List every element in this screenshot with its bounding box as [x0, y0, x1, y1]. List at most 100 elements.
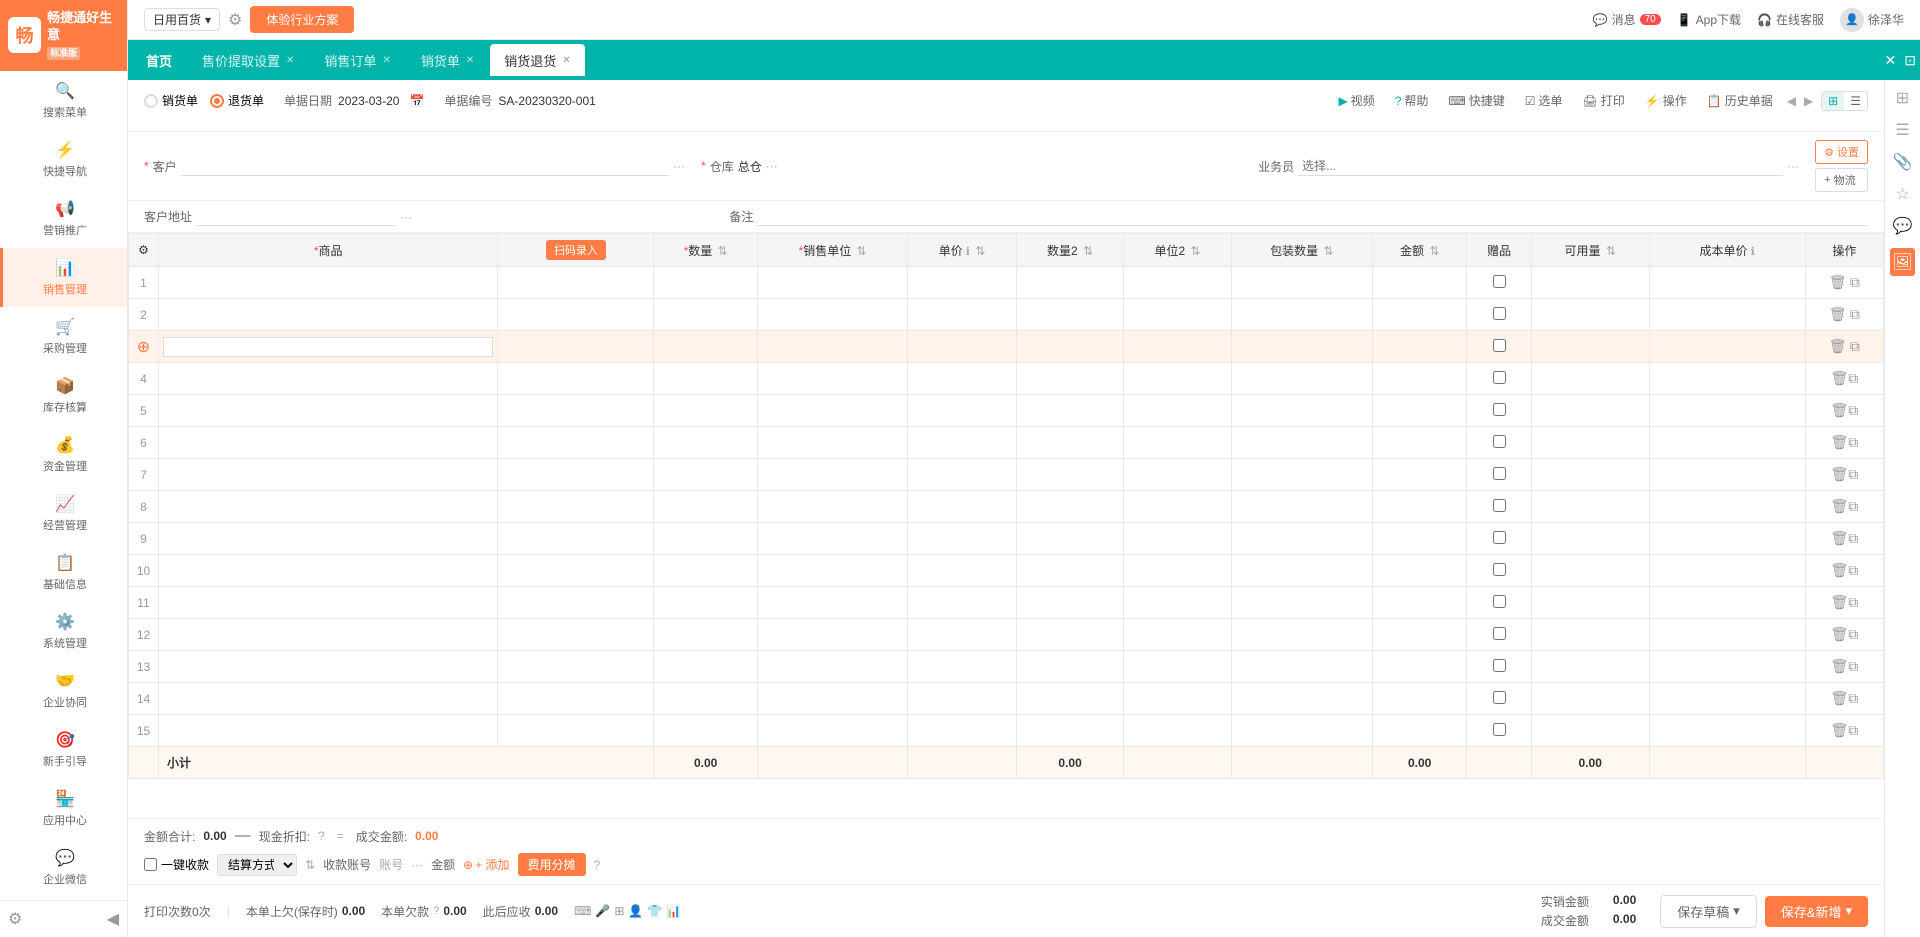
delete-row-btn[interactable]: 🗑 — [1830, 658, 1848, 675]
print-btn[interactable]: 🖨 打印 — [1577, 90, 1631, 111]
qty-cell[interactable] — [654, 331, 758, 363]
sidebar-item-basic[interactable]: 📋 基础信息 — [0, 543, 127, 602]
copy-row-btn[interactable]: ⧉ — [1848, 402, 1858, 419]
copy-row-btn[interactable]: ⧉ — [1850, 306, 1860, 323]
delete-row-btn[interactable]: 🗑 — [1830, 562, 1848, 579]
bank-select-icon[interactable]: ··· — [411, 858, 423, 872]
mic-icon[interactable]: 🎤 — [595, 904, 610, 918]
delete-row-btn[interactable]: 🗑 — [1830, 498, 1848, 515]
close-all-tabs-icon[interactable]: ✕ — [1885, 52, 1897, 69]
copy-row-btn[interactable]: ⧉ — [1848, 530, 1858, 547]
packqty-cell[interactable] — [1231, 299, 1372, 331]
unit2-cell[interactable] — [1124, 331, 1231, 363]
list-view-btn[interactable]: ☰ — [1844, 92, 1867, 110]
notification-item[interactable]: 💬 消息 70 — [1593, 11, 1661, 28]
settlement-sort-icon[interactable]: ⇅ — [305, 858, 315, 872]
one-click-checkbox[interactable] — [144, 858, 157, 871]
person-icon[interactable]: 👤 — [628, 904, 643, 918]
qty2-cell[interactable] — [1016, 267, 1123, 299]
right-panel-icon-star[interactable]: ☆ — [1895, 184, 1909, 204]
discount-help-icon[interactable]: ? — [318, 829, 325, 843]
copy-row-btn[interactable]: ⧉ — [1848, 658, 1858, 675]
shortcut-btn[interactable]: ⌨ 快捷键 — [1442, 90, 1510, 111]
remark-input[interactable] — [757, 207, 1868, 226]
cost-cell[interactable] — [1649, 331, 1805, 363]
unit-cell[interactable] — [757, 267, 907, 299]
delete-row-btn[interactable]: 🗑 — [1830, 370, 1848, 387]
available-cell[interactable] — [1531, 267, 1649, 299]
right-panel-icon-image[interactable]: 🖼 — [1890, 248, 1914, 276]
sidebar-item-newbie[interactable]: 🎯 新手引导 — [0, 720, 127, 779]
app-download-item[interactable]: 📱 App下载 — [1677, 11, 1741, 28]
sidebar-item-sales[interactable]: 📊 销售管理 — [0, 248, 127, 307]
radio-delivery[interactable]: 销货单 — [144, 92, 198, 109]
th-scan[interactable]: 扫码录入 — [498, 234, 654, 267]
settlement-method-select[interactable]: 结算方式 — [217, 854, 297, 876]
customer-input[interactable] — [181, 157, 669, 176]
unit-cell[interactable] — [757, 299, 907, 331]
product-cell[interactable] — [159, 267, 498, 299]
salesperson-select-icon[interactable]: ··· — [1787, 159, 1799, 173]
add-payment-btn[interactable]: ⊕ + 添加 — [463, 856, 509, 873]
radio-return[interactable]: 退货单 — [210, 92, 264, 109]
amount-cell[interactable] — [1372, 331, 1466, 363]
address-select-icon[interactable]: ··· — [400, 210, 412, 224]
copy-row-btn[interactable]: ⧉ — [1850, 338, 1860, 355]
amount-cell[interactable] — [1372, 299, 1466, 331]
fee-split-btn[interactable]: 费用分摊 — [518, 853, 586, 876]
debt-help-icon[interactable]: ? — [433, 905, 439, 917]
collapse-icon[interactable]: ◀ — [107, 909, 119, 929]
product-cell[interactable] — [159, 299, 498, 331]
experience-btn[interactable]: 体验行业方案 — [250, 6, 354, 33]
sidebar-item-search[interactable]: 🔍 搜索菜单 — [0, 71, 127, 130]
sidebar-item-enterprise[interactable]: 🤝 企业协同 — [0, 661, 127, 720]
price-sort-icon[interactable]: ⇅ — [975, 244, 985, 258]
sidebar-item-wechat[interactable]: 💬 企业微信 — [0, 838, 127, 897]
grid-icon[interactable]: ⊞ — [614, 904, 624, 918]
fee-help-icon[interactable]: ? — [594, 858, 601, 872]
copy-row-btn[interactable]: ⧉ — [1848, 466, 1858, 483]
delete-row-btn[interactable]: 🗑 — [1829, 338, 1847, 355]
save-new-btn[interactable]: 保存&新增 ▾ — [1765, 896, 1868, 927]
maximize-icon[interactable]: ⊡ — [1904, 52, 1916, 69]
delete-row-btn[interactable]: 🗑 — [1829, 306, 1847, 323]
tab-close-price-settings[interactable]: ✕ — [286, 55, 294, 66]
qty-cell[interactable] — [654, 267, 758, 299]
scan-btn[interactable]: 扫码录入 — [546, 240, 606, 260]
delete-row-btn[interactable]: 🗑 — [1830, 466, 1848, 483]
save-draft-btn[interactable]: 保存草稿 ▾ — [1660, 895, 1757, 928]
sidebar-item-appstore[interactable]: 🏪 应用中心 — [0, 779, 127, 838]
delete-row-btn[interactable]: 🗑 — [1830, 530, 1848, 547]
price-cell[interactable] — [908, 331, 1017, 363]
copy-row-btn[interactable]: ⧉ — [1850, 274, 1860, 291]
salesperson-input[interactable] — [1298, 157, 1783, 176]
add-row-btn-cell[interactable]: ⊕ — [129, 331, 159, 363]
packqty-cell[interactable] — [1231, 331, 1372, 363]
sidebar-item-shortcut[interactable]: ⚡ 快捷导航 — [0, 130, 127, 189]
history-btn[interactable]: 📋 历史单据 — [1701, 90, 1779, 111]
unit2-cell[interactable] — [1124, 299, 1231, 331]
prev-record-icon[interactable]: ◀ — [1787, 94, 1796, 108]
copy-row-btn[interactable]: ⧉ — [1848, 722, 1858, 739]
select-btn[interactable]: ☑ 选单 — [1519, 90, 1569, 111]
unit2-cell[interactable] — [1124, 267, 1231, 299]
copy-row-btn[interactable]: ⧉ — [1848, 690, 1858, 707]
sidebar-item-system[interactable]: ⚙️ 系统管理 — [0, 602, 127, 661]
available-sort-icon[interactable]: ⇅ — [1606, 244, 1616, 258]
sidebar-item-inventory[interactable]: 📦 库存核算 — [0, 366, 127, 425]
logistics-btn[interactable]: + 物流 — [1815, 168, 1868, 192]
one-click-collect-checkbox[interactable]: 一键收款 — [144, 856, 209, 873]
tab-price-settings[interactable]: 售价提取设置 ✕ — [188, 44, 308, 76]
next-record-icon[interactable]: ▶ — [1804, 94, 1813, 108]
qty2-cell[interactable] — [1016, 331, 1123, 363]
customer-select-icon[interactable]: ··· — [673, 159, 685, 173]
price-cell[interactable] — [908, 267, 1017, 299]
amount-cell[interactable] — [1372, 267, 1466, 299]
online-service-item[interactable]: 🎧 在线客服 — [1757, 11, 1824, 28]
tab-close-sales-order[interactable]: ✕ — [382, 55, 390, 66]
product-input[interactable] — [163, 337, 493, 357]
gift-cell[interactable] — [1467, 331, 1531, 363]
right-panel-icon-attachment[interactable]: 📎 — [1893, 152, 1913, 172]
settings-icon[interactable]: ⚙ — [228, 10, 242, 30]
delete-row-btn[interactable]: 🗑 — [1830, 690, 1848, 707]
